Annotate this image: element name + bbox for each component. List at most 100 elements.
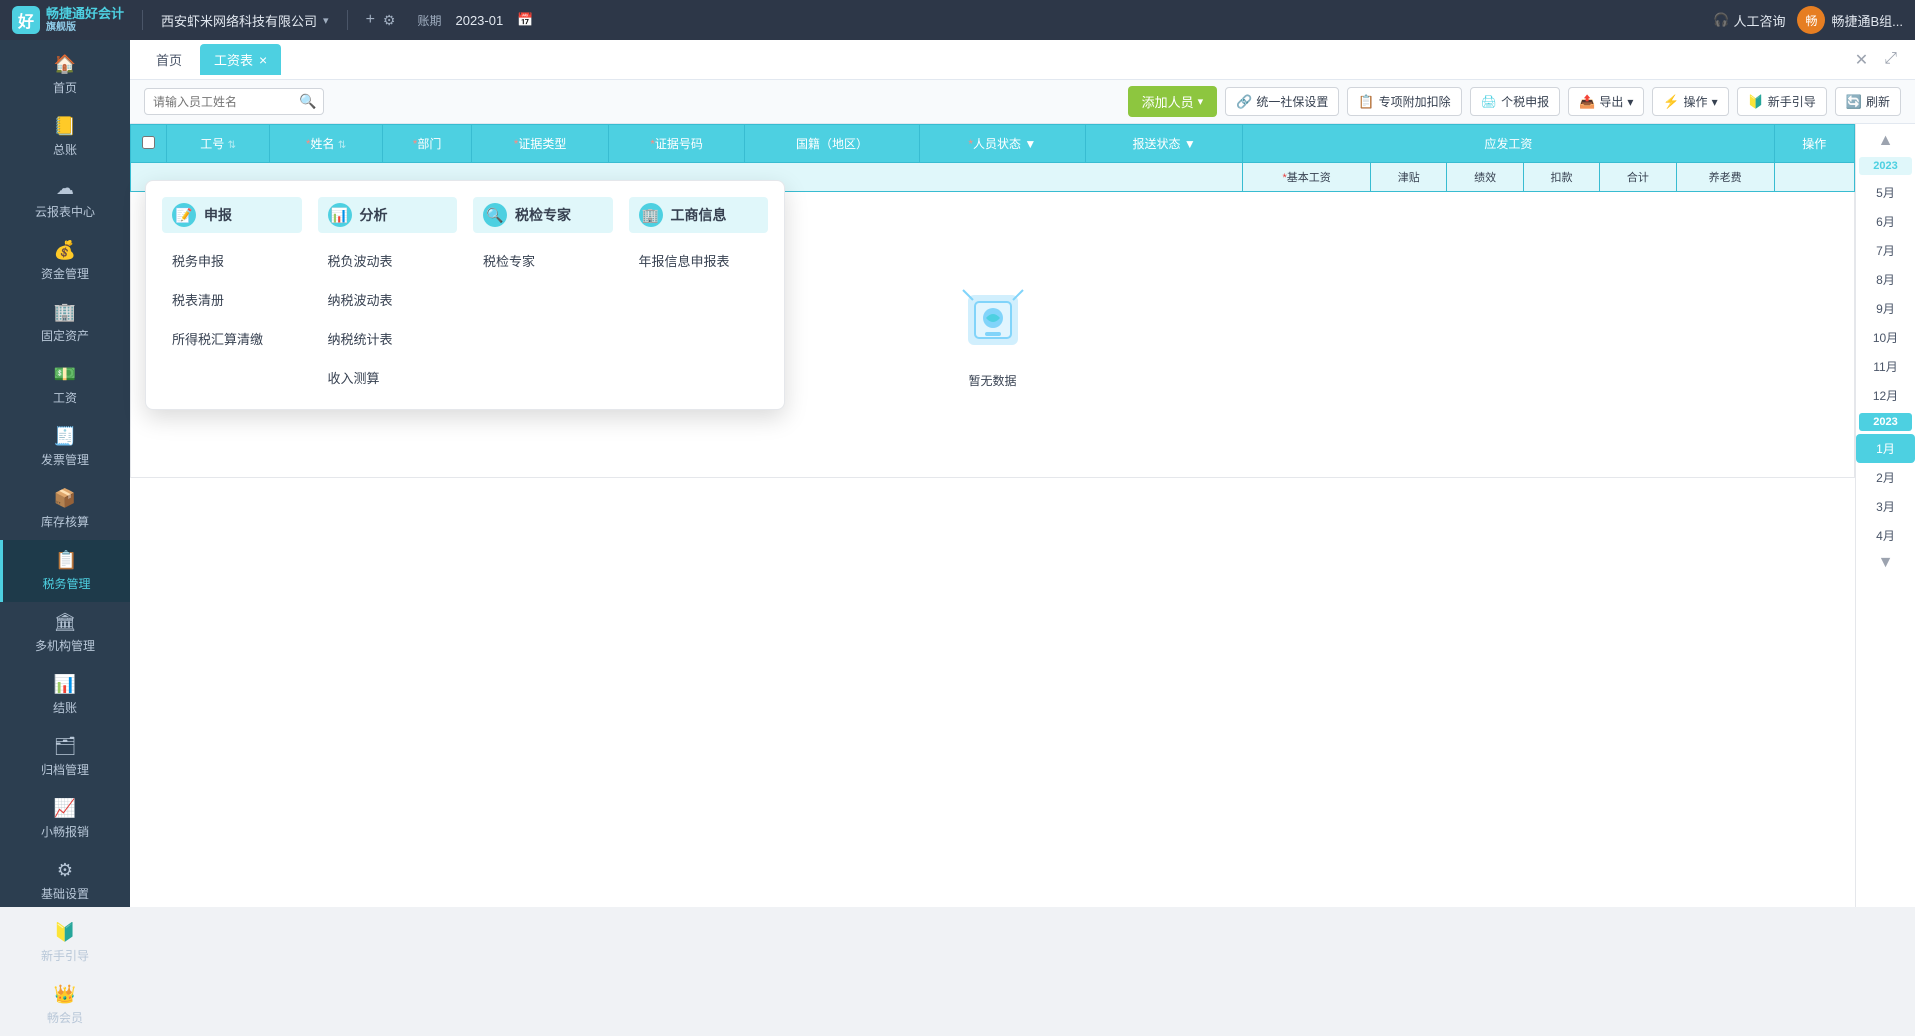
- menu-item-income-tax[interactable]: 所得税汇算清缴: [162, 323, 302, 354]
- filter-icon-status[interactable]: ▼: [1024, 137, 1036, 151]
- sidebar-item-multi[interactable]: 🏛 多机构管理: [0, 602, 130, 664]
- tab-salary-table[interactable]: 工资表 ×: [200, 44, 281, 75]
- sidebar-item-tax[interactable]: 📋 税务管理: [0, 540, 130, 602]
- menu-category-expert-header: 🔍 税检专家: [473, 197, 613, 233]
- search-icon: 🔍: [299, 93, 316, 110]
- tab-bar: 首页 工资表 × ✕ ⤢: [130, 40, 1915, 80]
- guide-icon: 🔰: [54, 922, 76, 943]
- logo-area: 好 畅捷通好会计 旗舰版: [12, 6, 124, 34]
- menu-item-tax-declare[interactable]: 税务申报: [162, 245, 302, 276]
- sort-icon-name: ⇅: [338, 140, 346, 151]
- menu-item-annual-report[interactable]: 年报信息申报表: [629, 245, 769, 276]
- company-selector[interactable]: 西安虾米网络科技有限公司 ▾: [161, 11, 329, 30]
- checkbox-header[interactable]: [131, 125, 167, 163]
- th-op-spacer: [1774, 163, 1854, 192]
- period-value: 2023-01: [455, 13, 503, 28]
- inventory-icon: 📦: [54, 488, 76, 509]
- calendar-month-5[interactable]: 5月: [1856, 178, 1915, 207]
- calendar-month-4[interactable]: 4月: [1856, 521, 1915, 550]
- social-security-icon: 🔗: [1236, 94, 1252, 110]
- tab-home[interactable]: 首页: [142, 44, 196, 75]
- member-icon: 👑: [54, 984, 76, 1005]
- add-person-label: 添加人员: [1142, 92, 1194, 111]
- export-arrow-icon: ▾: [1627, 95, 1633, 109]
- avatar: 畅: [1797, 6, 1825, 34]
- logo-icon: 好: [12, 6, 40, 34]
- headset-icon: 🎧: [1713, 12, 1729, 28]
- menu-category-tax-expert: 🔍 税检专家 税检专家: [473, 197, 613, 393]
- menu-category-business: 🏢 工商信息 年报信息申报表: [629, 197, 769, 393]
- th-employee-id: 工号 ⇅: [167, 125, 270, 163]
- calendar-month-3[interactable]: 3月: [1856, 492, 1915, 521]
- sidebar-item-invoice[interactable]: 🧾 发票管理: [0, 416, 130, 478]
- calendar-month-6[interactable]: 6月: [1856, 207, 1915, 236]
- export-button[interactable]: 📤 导出 ▾: [1568, 87, 1644, 116]
- refresh-button[interactable]: 🔄 刷新: [1835, 87, 1901, 116]
- social-security-button[interactable]: 🔗 统一社保设置: [1225, 87, 1339, 116]
- settings-icon[interactable]: ⚙: [383, 12, 396, 29]
- menu-item-expert[interactable]: 税检专家: [473, 245, 613, 276]
- operations-button[interactable]: ⚡ 操作 ▾: [1652, 87, 1728, 116]
- sidebar-item-salary[interactable]: 💵 工资: [0, 354, 130, 416]
- menu-item-income-calc[interactable]: 收入测算: [318, 362, 458, 393]
- calendar-month-7[interactable]: 7月: [1856, 236, 1915, 265]
- menu-item-tax-table[interactable]: 税表清册: [162, 284, 302, 315]
- sidebar-item-guide[interactable]: 🔰 新手引导: [0, 912, 130, 974]
- sidebar-item-cloud[interactable]: ☁ 云报表中心: [0, 168, 130, 230]
- special-deduct-icon: 📋: [1358, 94, 1374, 110]
- sidebar-item-ledger[interactable]: 📒 总账: [0, 106, 130, 168]
- tax-report-button[interactable]: 🖨 个税申报: [1470, 87, 1561, 116]
- th-id-type: *证据类型: [472, 125, 609, 163]
- calendar-month-2[interactable]: 2月: [1856, 463, 1915, 492]
- close-window-icon[interactable]: ✕: [1849, 50, 1874, 70]
- new-guide-icon: 🔰: [1748, 94, 1764, 110]
- sidebar-item-settle[interactable]: 📊 结账: [0, 664, 130, 726]
- calendar-nav-down[interactable]: ▼: [1856, 550, 1915, 576]
- search-input[interactable]: [153, 95, 293, 109]
- search-input-wrap[interactable]: 🔍: [144, 88, 324, 115]
- sidebar-item-assets[interactable]: 🏢 固定资产: [0, 292, 130, 354]
- tab-close-icon[interactable]: ×: [259, 52, 267, 68]
- menu-item-tax-burden[interactable]: 税负波动表: [318, 245, 458, 276]
- sidebar-item-member[interactable]: 👑 畅会员: [0, 974, 130, 1036]
- menu-item-tax-payment[interactable]: 纳税波动表: [318, 284, 458, 315]
- table-header-row: 工号 ⇅ *姓名 ⇅ *部门: [131, 125, 1855, 163]
- new-guide-button[interactable]: 🔰 新手引导: [1737, 87, 1827, 116]
- salary-icon: 💵: [54, 364, 76, 385]
- select-all-checkbox[interactable]: [142, 136, 155, 149]
- th-pension: 养老费: [1676, 163, 1774, 192]
- support-label: 人工咨询: [1733, 11, 1785, 30]
- add-person-arrow-icon: ▾: [1198, 95, 1204, 108]
- app-title: 畅捷通好会计: [46, 6, 124, 22]
- calendar-month-11[interactable]: 11月: [1856, 352, 1915, 381]
- support-button[interactable]: 🎧 人工咨询: [1713, 11, 1785, 30]
- user-area[interactable]: 畅 畅捷通B组...: [1797, 6, 1903, 34]
- special-deduct-button[interactable]: 📋 专项附加扣除: [1347, 87, 1461, 116]
- calendar-month-9[interactable]: 9月: [1856, 294, 1915, 323]
- th-report-status: 报送状态 ▼: [1085, 125, 1242, 163]
- sidebar-item-fund[interactable]: 💰 资金管理: [0, 230, 130, 292]
- sidebar-item-settings[interactable]: ⚙ 基础设置: [0, 850, 130, 912]
- sidebar: 🏠 首页 📒 总账 ☁ 云报表中心 💰 资金管理 🏢 固定资产 💵 工资 🧾 发…: [0, 40, 130, 907]
- menu-item-tax-stats[interactable]: 纳税统计表: [318, 323, 458, 354]
- add-person-button[interactable]: 添加人员 ▾: [1128, 86, 1218, 117]
- cloud-icon: ☁: [56, 178, 74, 199]
- toolbar-right: 添加人员 ▾ 🔗 统一社保设置 📋 专项附加扣除 🖨 个税申报 📤: [1128, 86, 1901, 117]
- calendar-nav-up[interactable]: ▲: [1856, 128, 1915, 154]
- sidebar-item-report[interactable]: 📈 小畅报销: [0, 788, 130, 850]
- filter-icon-report[interactable]: ▼: [1184, 137, 1196, 151]
- calendar-month-8[interactable]: 8月: [1856, 265, 1915, 294]
- sidebar-item-archive[interactable]: 🗂 归档管理: [0, 726, 130, 788]
- operations-label: 操作: [1684, 93, 1708, 110]
- calendar-month-10[interactable]: 10月: [1856, 323, 1915, 352]
- dropdown-menu-grid: 📝 申报 税务申报 税表清册 所得税汇算清缴 📊 分析 税负波动表: [162, 197, 768, 393]
- calendar-icon[interactable]: 📅: [517, 12, 533, 28]
- sidebar-item-home[interactable]: 🏠 首页: [0, 44, 130, 106]
- maximize-icon[interactable]: ⤢: [1878, 50, 1903, 70]
- calendar-month-1[interactable]: 1月: [1856, 434, 1915, 463]
- dropdown-menu: 📝 申报 税务申报 税表清册 所得税汇算清缴 📊 分析 税负波动表: [145, 180, 785, 410]
- calendar-month-12[interactable]: 12月: [1856, 381, 1915, 410]
- th-id-number: *证据号码: [608, 125, 745, 163]
- add-company-icon[interactable]: +: [366, 11, 375, 29]
- sidebar-item-inventory[interactable]: 📦 库存核算: [0, 478, 130, 540]
